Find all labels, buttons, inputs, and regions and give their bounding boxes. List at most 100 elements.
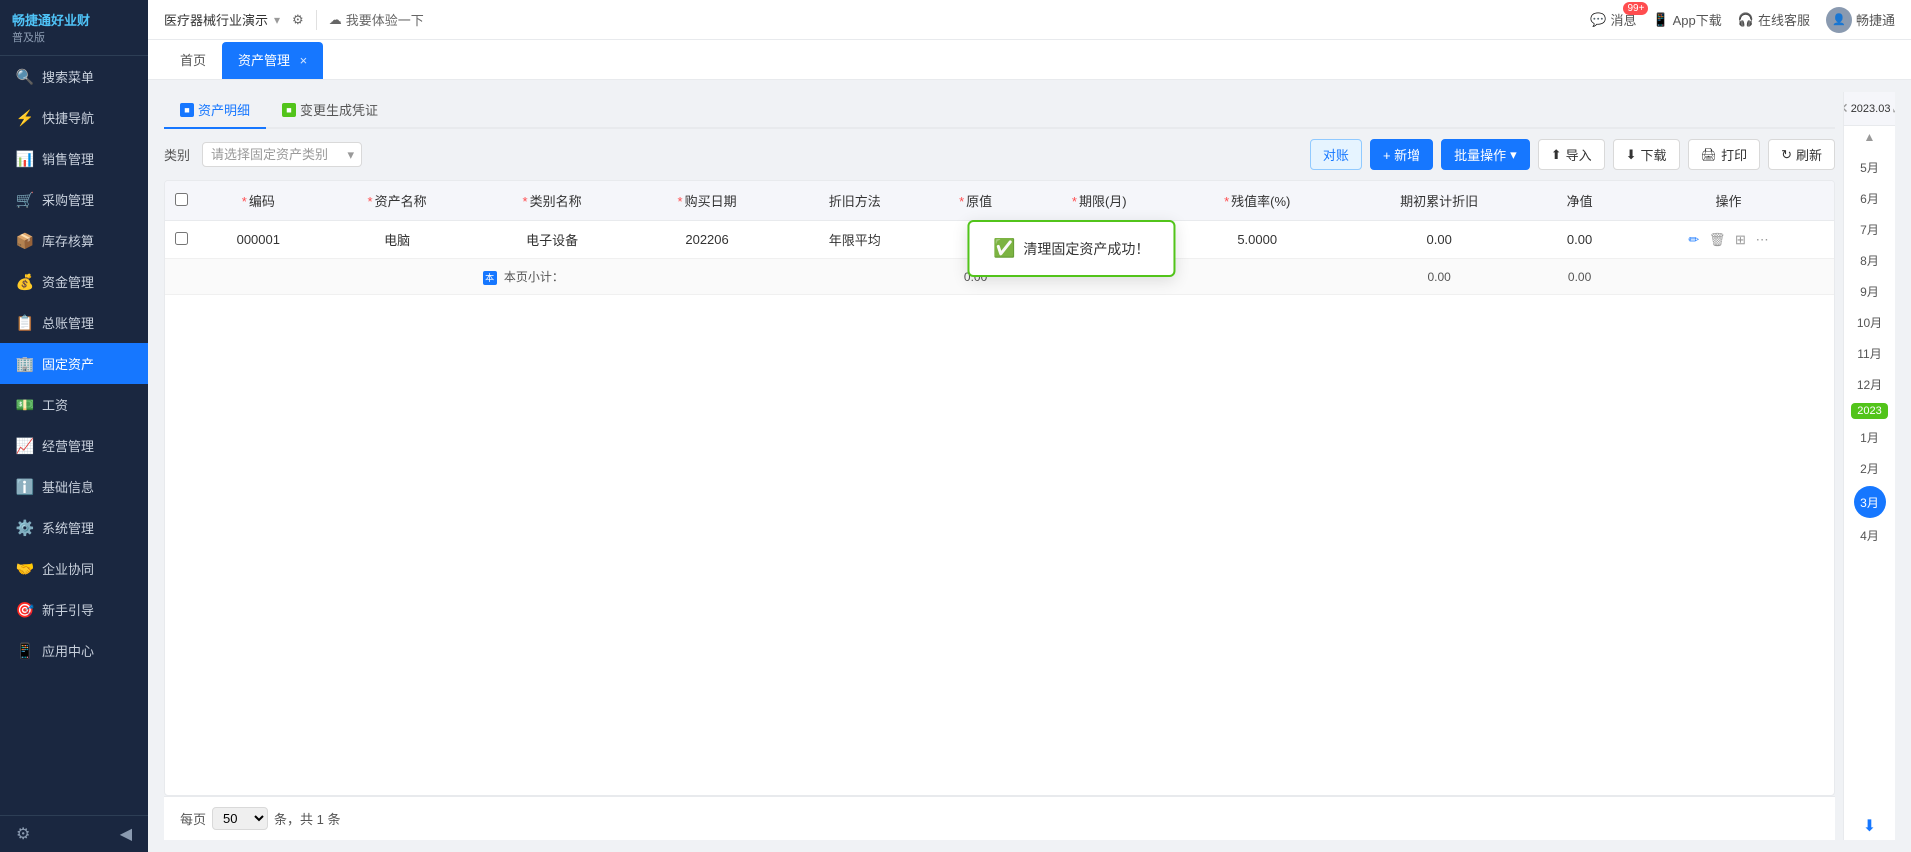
subtotal-initial-dep: 0.00 [1342, 259, 1536, 295]
more-icon-0[interactable]: ⋯ [1756, 232, 1769, 247]
subtotal-label-cell: 本 本页小计： [475, 259, 925, 295]
sidebar-icon-5: 💰 [16, 273, 34, 291]
reconcile-btn[interactable]: 对账 [1310, 139, 1362, 170]
sidebar-label-4: 库存核算 [42, 231, 94, 250]
sidebar-item-系统管理[interactable]: ⚙️系统管理 [0, 507, 148, 548]
refresh-btn[interactable]: ↻ 刷新 [1768, 139, 1835, 170]
subtotal-net: 0.00 [1536, 259, 1623, 295]
page-size-select[interactable]: 50 100 [212, 807, 268, 830]
sidebar-icon-2: 📊 [16, 150, 34, 168]
sidebar-label-0: 搜索菜单 [42, 67, 94, 86]
sidebar-icon-12: 🤝 [16, 560, 34, 578]
timeline-month-item[interactable]: 6月 [1850, 184, 1890, 213]
batch-btn[interactable]: 批量操作 ▾ [1441, 139, 1530, 170]
sidebar-item-快捷导航[interactable]: ⚡快捷导航 [0, 97, 148, 138]
category-select[interactable]: 请选择固定资产类别 [202, 142, 362, 167]
toast-notification: ✅ 清理固定资产成功！ [967, 220, 1175, 277]
print-btn[interactable]: 🖨 打印 [1688, 139, 1761, 170]
sub-tab-dot-green: ■ [282, 103, 296, 117]
messages-btn[interactable]: 💬 消息 99+ [1590, 10, 1636, 29]
timeline-current-year[interactable]: 2023 [1851, 403, 1887, 419]
sidebar-item-资金管理[interactable]: 💰资金管理 [0, 261, 148, 302]
timeline-up-btn[interactable]: ▲ [1844, 126, 1895, 148]
messages-badge: 99+ [1623, 2, 1648, 15]
sidebar-item-采购管理[interactable]: 🛒采购管理 [0, 179, 148, 220]
timeline-month-item[interactable]: 9月 [1850, 277, 1890, 306]
sidebar-item-经营管理[interactable]: 📈 经营管理 [0, 425, 148, 466]
sub-tab-asset-detail[interactable]: ■ 资产明细 [164, 92, 266, 129]
timeline-month-item[interactable]: 8月 [1850, 246, 1890, 275]
timeline-month-item[interactable]: 1月 [1850, 423, 1890, 452]
avatar: 👤 [1826, 7, 1852, 33]
subtotal-empty-5 [1172, 259, 1342, 295]
settings-icon[interactable]: ⚙ [16, 824, 30, 844]
timeline-month-item[interactable]: 2月 [1850, 454, 1890, 483]
sidebar-item-固定资产[interactable]: 🏢固定资产 [0, 343, 148, 384]
sidebar-label-9: 经营管理 [42, 436, 94, 455]
timeline-month-item[interactable]: 5月 [1850, 153, 1890, 182]
th-original-value: *原值 [925, 181, 1026, 221]
user-avatar-btn[interactable]: 👤 畅捷通 [1826, 7, 1895, 33]
row-code-0: 000001 [197, 221, 320, 259]
timeline-month-item[interactable]: 10月 [1850, 308, 1890, 337]
import-label: 导入 [1566, 145, 1592, 164]
row-ops-0: ✏ 🗑 ⊞ ⋯ [1623, 221, 1834, 259]
sidebar-item-销售管理[interactable]: 📊销售管理 [0, 138, 148, 179]
topbar-gear-icon[interactable]: ⚙ [292, 12, 304, 28]
sidebar-label-13: 新手引导 [42, 600, 94, 619]
collapse-icon[interactable]: ◀ [120, 824, 132, 844]
timeline-month-item[interactable]: 7月 [1850, 215, 1890, 244]
user-name: 畅捷通 [1856, 10, 1895, 29]
new-btn[interactable]: + 新增 [1370, 139, 1433, 170]
sub-tab-icon-1: ■ [184, 105, 189, 115]
tab-asset-management[interactable]: 资产管理 × [222, 42, 323, 79]
sub-tabs: ■ 资产明细 ■ 变更生成凭证 [164, 92, 1835, 129]
import-btn[interactable]: ⬆ 导入 [1538, 139, 1605, 170]
timeline-date: 2023.03 [1851, 103, 1891, 115]
category-select-wrapper: 请选择固定资产类别 [202, 142, 362, 167]
app-download-btn[interactable]: 📱 App下载 [1652, 10, 1721, 29]
sidebar-item-新手引导[interactable]: 🎯新手引导 [0, 589, 148, 630]
sidebar-item-总账管理[interactable]: 📋总账管理 [0, 302, 148, 343]
company-selector[interactable]: 医疗器械行业演示 ▾ [164, 10, 280, 29]
sidebar-label-14: 应用中心 [42, 641, 94, 660]
timeline-close-icon[interactable]: ✕ [1843, 100, 1849, 117]
sidebar-item-搜索菜单[interactable]: 🔍搜索菜单 [0, 56, 148, 97]
sidebar-item-库存核算[interactable]: 📦 库存核算 [0, 220, 148, 261]
app-logo-sub: 普及版 [12, 29, 136, 45]
timeline-month-item[interactable]: 4月 [1850, 521, 1890, 550]
tab-close-icon[interactable]: × [300, 53, 308, 68]
sidebar-icon-10: ℹ️ [16, 478, 34, 496]
toolbar: 类别 请选择固定资产类别 对账 + 新增 批量操作 [164, 139, 1835, 170]
timeline-active-month[interactable]: 3月 [1854, 486, 1886, 518]
sidebar-scroll: 🔍搜索菜单⚡快捷导航📊销售管理🛒采购管理 📦 库存核算 💰资金管理📋总账管理🏢固定资产… [0, 56, 148, 815]
sub-tab-change-voucher[interactable]: ■ 变更生成凭证 [266, 92, 394, 127]
timeline-month-item[interactable]: 11月 [1850, 339, 1890, 368]
sidebar-icon-9: 📈 [16, 437, 34, 455]
company-dropdown-icon[interactable]: ▾ [274, 13, 280, 27]
row-initial-dep-0: 0.00 [1342, 221, 1536, 259]
timeline-down-btn[interactable]: ⬇ [1844, 812, 1895, 840]
timeline-month-item[interactable]: 12月 [1850, 370, 1890, 399]
timeline-expand-icon[interactable]: ⤢ [1892, 101, 1895, 116]
edit-icon-0[interactable]: ✏ [1688, 232, 1699, 247]
sidebar-label-1: 快捷导航 [42, 108, 94, 127]
sidebar-icon-8: 💵 [16, 396, 34, 414]
sidebar-item-企业协同[interactable]: 🤝企业协同 [0, 548, 148, 589]
row-checkbox-0[interactable] [175, 232, 188, 245]
copy-icon-0[interactable]: ⊞ [1735, 232, 1746, 247]
tab-home[interactable]: 首页 [164, 42, 222, 79]
online-service-btn[interactable]: 🎧 在线客服 [1738, 10, 1810, 29]
sidebar-item-应用中心[interactable]: 📱应用中心 [0, 630, 148, 671]
subtotal-label: 本页小计： [504, 270, 564, 284]
sub-tab-change-voucher-label: 变更生成凭证 [300, 100, 378, 119]
sidebar-item-基础信息[interactable]: ℹ️基础信息 [0, 466, 148, 507]
experience-btn[interactable]: ☁ 我要体验一下 [329, 10, 424, 29]
delete-icon-0[interactable]: 🗑 [1709, 232, 1726, 247]
select-all-checkbox[interactable] [175, 193, 188, 206]
sidebar-icon-4: 📦 [16, 232, 34, 250]
th-code: *编码 [197, 181, 320, 221]
download-btn[interactable]: ⬇ 下载 [1613, 139, 1680, 170]
th-purchase-date: *购买日期 [630, 181, 785, 221]
sidebar-item-工资[interactable]: 💵工资 [0, 384, 148, 425]
